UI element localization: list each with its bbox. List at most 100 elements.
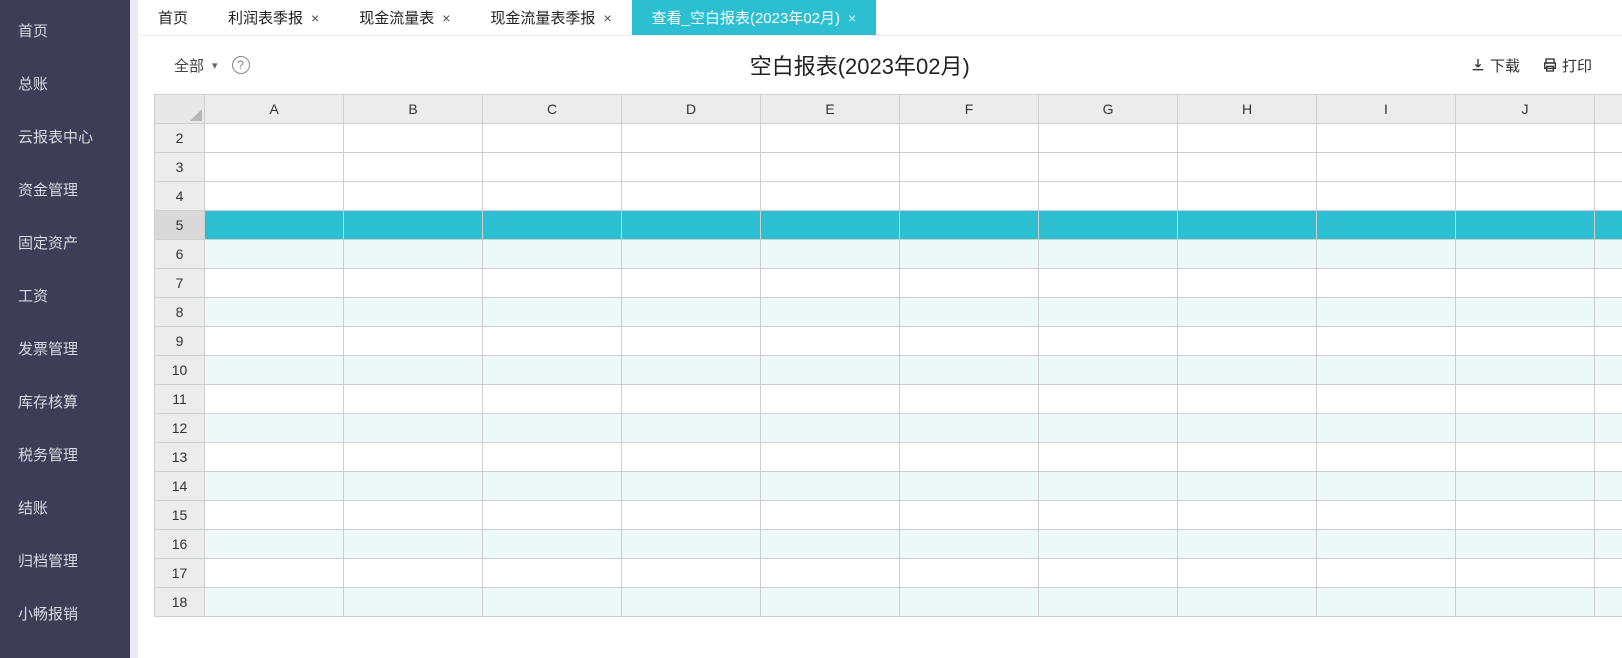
col-header-D[interactable]: D [622,95,761,124]
row-header-13[interactable]: 13 [155,443,205,472]
cell-F13[interactable] [900,443,1039,472]
filter-dropdown[interactable]: 全部 ▾ ? [174,55,250,76]
cell-H13[interactable] [1178,443,1317,472]
cell-F2[interactable] [900,124,1039,153]
cell-K2[interactable] [1594,124,1622,153]
cell-C2[interactable] [483,124,622,153]
cell-J14[interactable] [1455,472,1594,501]
cell-I4[interactable] [1317,182,1456,211]
cell-G12[interactable] [1039,414,1178,443]
sidebar-item-0[interactable]: 首页 [0,4,130,57]
cell-D18[interactable] [622,588,761,617]
sidebar-item-4[interactable]: 固定资产 [0,216,130,269]
cell-K9[interactable] [1594,327,1622,356]
cell-B14[interactable] [344,472,483,501]
cell-A14[interactable] [205,472,344,501]
cell-G15[interactable] [1039,501,1178,530]
cell-H9[interactable] [1178,327,1317,356]
close-icon[interactable]: × [442,10,450,26]
cell-K6[interactable] [1594,240,1622,269]
cell-F16[interactable] [900,530,1039,559]
cell-A8[interactable] [205,298,344,327]
cell-J7[interactable] [1455,269,1594,298]
cell-J12[interactable] [1455,414,1594,443]
cell-G9[interactable] [1039,327,1178,356]
cell-H3[interactable] [1178,153,1317,182]
cell-F18[interactable] [900,588,1039,617]
cell-H12[interactable] [1178,414,1317,443]
sidebar-item-9[interactable]: 结账 [0,481,130,534]
close-icon[interactable]: × [848,10,856,26]
col-header-F[interactable]: F [900,95,1039,124]
cell-G17[interactable] [1039,559,1178,588]
cell-I17[interactable] [1317,559,1456,588]
sheet-corner[interactable] [155,95,205,124]
cell-G10[interactable] [1039,356,1178,385]
cell-I8[interactable] [1317,298,1456,327]
cell-C10[interactable] [483,356,622,385]
cell-B13[interactable] [344,443,483,472]
cell-J4[interactable] [1455,182,1594,211]
cell-I10[interactable] [1317,356,1456,385]
cell-I16[interactable] [1317,530,1456,559]
col-header-H[interactable]: H [1178,95,1317,124]
cell-K15[interactable] [1594,501,1622,530]
cell-H7[interactable] [1178,269,1317,298]
cell-A13[interactable] [205,443,344,472]
cell-F15[interactable] [900,501,1039,530]
cell-A11[interactable] [205,385,344,414]
cell-I9[interactable] [1317,327,1456,356]
cell-A4[interactable] [205,182,344,211]
cell-E7[interactable] [761,269,900,298]
close-icon[interactable]: × [311,10,319,26]
cell-G18[interactable] [1039,588,1178,617]
cell-B17[interactable] [344,559,483,588]
cell-E4[interactable] [761,182,900,211]
cell-I7[interactable] [1317,269,1456,298]
cell-A16[interactable] [205,530,344,559]
cell-F14[interactable] [900,472,1039,501]
cell-D7[interactable] [622,269,761,298]
cell-C8[interactable] [483,298,622,327]
cell-J16[interactable] [1455,530,1594,559]
cell-A2[interactable] [205,124,344,153]
cell-J8[interactable] [1455,298,1594,327]
cell-J6[interactable] [1455,240,1594,269]
cell-A15[interactable] [205,501,344,530]
cell-A18[interactable] [205,588,344,617]
row-header-4[interactable]: 4 [155,182,205,211]
cell-G6[interactable] [1039,240,1178,269]
row-header-2[interactable]: 2 [155,124,205,153]
cell-I18[interactable] [1317,588,1456,617]
cell-A10[interactable] [205,356,344,385]
cell-J17[interactable] [1455,559,1594,588]
cell-K8[interactable] [1594,298,1622,327]
cell-E8[interactable] [761,298,900,327]
close-icon[interactable]: × [603,10,611,26]
cell-G8[interactable] [1039,298,1178,327]
cell-E11[interactable] [761,385,900,414]
cell-D11[interactable] [622,385,761,414]
cell-H4[interactable] [1178,182,1317,211]
cell-F12[interactable] [900,414,1039,443]
cell-E18[interactable] [761,588,900,617]
cell-C5[interactable] [483,211,622,240]
cell-G2[interactable] [1039,124,1178,153]
row-header-3[interactable]: 3 [155,153,205,182]
cell-H2[interactable] [1178,124,1317,153]
row-header-10[interactable]: 10 [155,356,205,385]
cell-K17[interactable] [1594,559,1622,588]
cell-E15[interactable] [761,501,900,530]
cell-E9[interactable] [761,327,900,356]
cell-H8[interactable] [1178,298,1317,327]
cell-I3[interactable] [1317,153,1456,182]
col-header-J[interactable]: J [1455,95,1594,124]
cell-B9[interactable] [344,327,483,356]
cell-J9[interactable] [1455,327,1594,356]
col-header-C[interactable]: C [483,95,622,124]
sidebar-item-1[interactable]: 总账 [0,57,130,110]
cell-G14[interactable] [1039,472,1178,501]
cell-C9[interactable] [483,327,622,356]
cell-F10[interactable] [900,356,1039,385]
cell-H11[interactable] [1178,385,1317,414]
